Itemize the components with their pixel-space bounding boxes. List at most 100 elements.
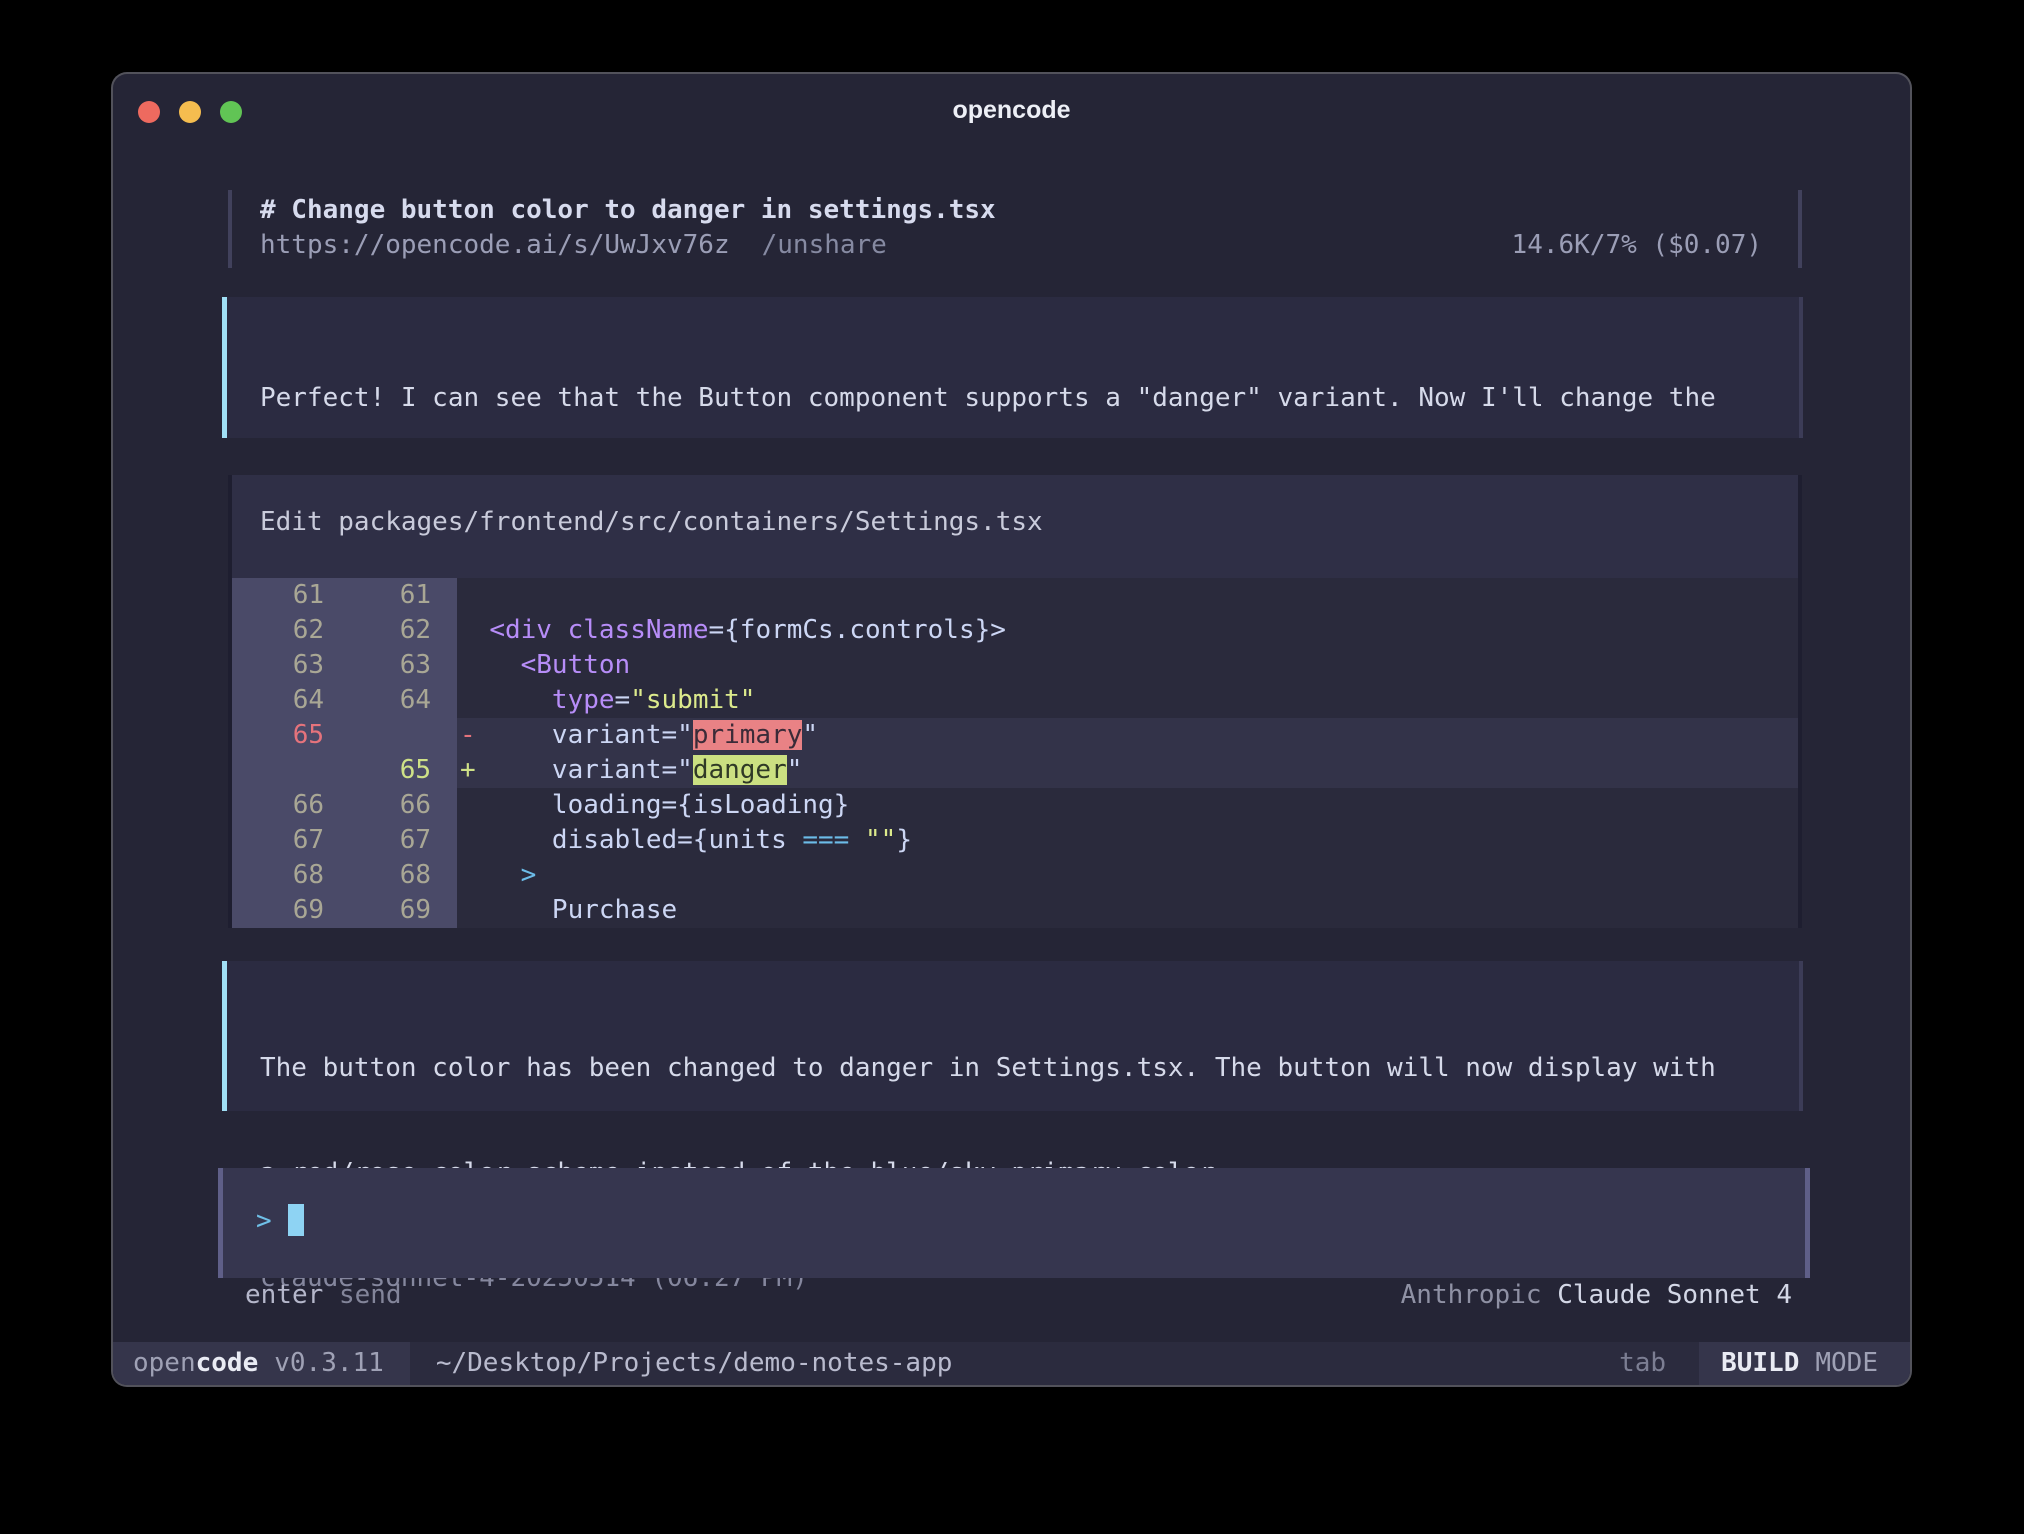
model-name-prefix [1542, 1278, 1558, 1313]
opencode-window: opencode # Change button color to danger… [113, 74, 1910, 1385]
text-cursor [288, 1204, 304, 1236]
mode-segment[interactable]: BUILD MODE [1699, 1342, 1910, 1385]
code-token: variant=" [458, 720, 693, 750]
code-token: === [802, 825, 849, 855]
code-cell: loading={isLoading} [457, 788, 1798, 823]
line-number-gutter: 6868 [232, 858, 457, 893]
code-line: disabled={units === ""} [458, 823, 912, 858]
key-hint-action [323, 1278, 339, 1313]
diff-row: 6262 <div className={formCs.controls}> [232, 613, 1798, 648]
code-token: > [521, 860, 537, 890]
assistant-message: Perfect! I can see that the Button compo… [222, 297, 1803, 438]
code-token: <Button [521, 650, 631, 680]
assistant-message: The button color has been changed to dan… [222, 961, 1803, 1111]
code-token: " [787, 755, 803, 785]
line-number-gutter: 65 [232, 718, 457, 753]
app-version-segment: opencode v0.3.11 [113, 1342, 410, 1385]
new-line-number: 66 [324, 788, 431, 823]
code-token: variant=" [458, 755, 693, 785]
hints-row: enter send Anthropic Claude Sonnet 4 [113, 1278, 1910, 1313]
mode-label: MODE [1815, 1342, 1878, 1385]
working-directory: ~/Desktop/Projects/demo-notes-app [436, 1342, 953, 1385]
new-line-number: 68 [324, 858, 431, 893]
code-cell: <Button [457, 648, 1798, 683]
code-token: className [568, 615, 709, 645]
status-bar: opencode v0.3.11 ~/Desktop/Projects/demo-… [113, 1342, 1910, 1385]
new-line-number: 69 [324, 893, 431, 928]
line-number-gutter: 6666 [232, 788, 457, 823]
app-version: v0.3.11 [274, 1342, 384, 1385]
old-line-number: 65 [232, 718, 324, 753]
new-line-number: 63 [324, 648, 431, 683]
diff-row: 65- variant="primary" [232, 718, 1798, 753]
code-token: " [802, 720, 818, 750]
code-token: "" [865, 825, 896, 855]
code-token: = [708, 615, 724, 645]
code-cell: > [457, 858, 1798, 893]
key-hint-enter: enter [245, 1278, 323, 1313]
old-line-number: 62 [232, 613, 324, 648]
line-number-gutter: 6464 [232, 683, 457, 718]
old-line-number: 68 [232, 858, 324, 893]
new-line-number: 62 [324, 613, 431, 648]
line-number-gutter: 6161 [232, 578, 457, 613]
code-line: <Button [458, 648, 630, 683]
code-cell: <div className={formCs.controls}> [457, 613, 1798, 648]
code-cell [457, 578, 1798, 613]
edit-tool-title: Edit packages/frontend/src/containers/Se… [232, 475, 1798, 540]
code-token [458, 860, 521, 890]
unshare-command[interactable]: /unshare [762, 228, 887, 263]
code-line: variant="danger" [458, 753, 802, 788]
new-line-number: 64 [324, 683, 431, 718]
old-line-number: 63 [232, 648, 324, 683]
code-token [458, 685, 552, 715]
prompt-symbol: > [256, 1206, 272, 1236]
old-line-number: 64 [232, 683, 324, 718]
code-token [552, 615, 568, 645]
code-line: Purchase [458, 893, 677, 928]
diff-row: 6161 [232, 578, 1798, 613]
old-line-number: 66 [232, 788, 324, 823]
session-title: # Change button color to danger in setti… [260, 193, 1762, 228]
code-cell: Purchase [457, 893, 1798, 928]
share-url[interactable]: https://opencode.ai/s/UwJxv76z [260, 228, 730, 263]
code-line: type="submit" [458, 683, 755, 718]
old-line-number: 67 [232, 823, 324, 858]
code-line: <div className={formCs.controls}> [458, 613, 1006, 648]
code-token: disabled={units [458, 825, 802, 855]
code-token [458, 650, 521, 680]
diff-view: 61616262 <div className={formCs.controls… [232, 578, 1798, 928]
new-line-number [324, 718, 431, 753]
code-token: } [896, 825, 912, 855]
token-usage: 14.6K/7% ($0.07) [1512, 228, 1762, 263]
mode-value: BUILD [1721, 1342, 1799, 1385]
code-cell: type="submit" [457, 683, 1798, 718]
line-number-gutter: 6767 [232, 823, 457, 858]
old-line-number: 61 [232, 578, 324, 613]
code-line: loading={isLoading} [458, 788, 849, 823]
prompt-input[interactable]: > [218, 1168, 1810, 1278]
window-title: opencode [113, 74, 1910, 146]
diff-row: 6969 Purchase [232, 893, 1798, 928]
code-token: primary [693, 720, 803, 750]
line-number-gutter: 6363 [232, 648, 457, 683]
code-token: type [552, 685, 615, 715]
code-token: = [615, 685, 631, 715]
code-token: loading={isLoading} [458, 790, 849, 820]
spacer [402, 1278, 1401, 1313]
diff-row: 65 + variant="danger" [232, 753, 1798, 788]
code-cell: + variant="danger" [457, 753, 1798, 788]
spacer [887, 228, 1512, 263]
old-line-number [232, 753, 324, 788]
app-name: opencode [133, 1342, 258, 1385]
code-line: variant="primary" [458, 718, 818, 753]
message-line: The button color has been changed to dan… [260, 1051, 1799, 1086]
session-header: # Change button color to danger in setti… [228, 190, 1802, 268]
new-line-number: 65 [324, 753, 431, 788]
code-token: {formCs.controls}> [724, 615, 1006, 645]
code-cell: disabled={units === ""} [457, 823, 1798, 858]
code-token: <div [489, 615, 552, 645]
line-number-gutter: 6262 [232, 613, 457, 648]
code-token: danger [693, 755, 787, 785]
diff-row: 6666 loading={isLoading} [232, 788, 1798, 823]
